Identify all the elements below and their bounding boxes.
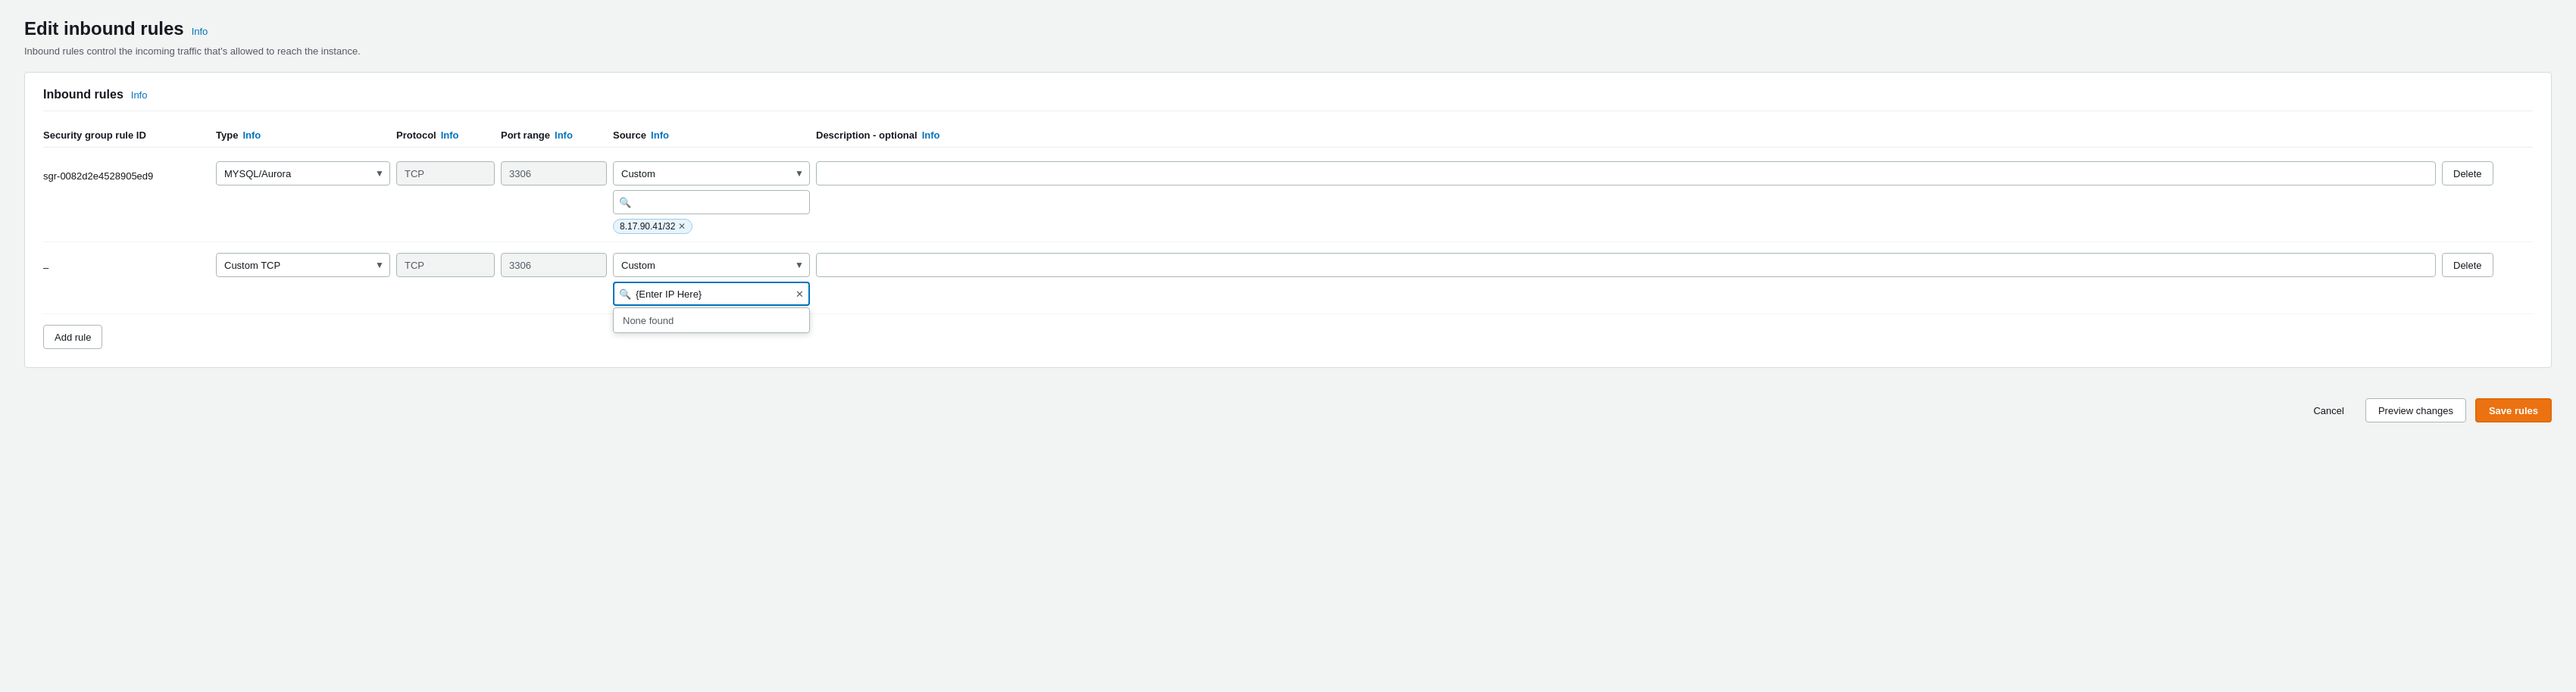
page-title-info-link[interactable]: Info [192,26,208,37]
description-input-1[interactable] [816,161,2436,185]
port-range-cell-1 [501,161,607,185]
port-range-info-link[interactable]: Info [555,129,573,141]
tag-close-icon-1[interactable]: ✕ [678,221,686,232]
save-rules-button[interactable]: Save rules [2475,398,2552,422]
source-select-2[interactable]: Custom Anywhere-IPv4 Anywhere-IPv6 My IP [613,253,810,277]
page-title: Edit inbound rules [24,18,184,39]
type-cell-1: MYSQL/Aurora Custom TCP All traffic HTTP… [216,161,390,185]
page-header: Edit inbound rules Info [24,18,2552,39]
port-range-cell-2 [501,253,607,277]
rule-id-cell-1: sgr-0082d2e4528905ed9 [43,161,210,185]
table-row: sgr-0082d2e4528905ed9 MYSQL/Aurora Custo… [43,151,2533,242]
description-cell-1 [816,161,2436,185]
source-cell-1: Custom Anywhere-IPv4 Anywhere-IPv6 My IP… [613,161,810,234]
search-clear-icon-2[interactable]: ✕ [796,288,804,300]
ip-tag-1: 8.17.90.41/32 ✕ [613,219,692,234]
cancel-button[interactable]: Cancel [2301,398,2356,422]
source-search-input-2[interactable] [613,282,810,306]
col-header-type: Type Info [216,129,390,141]
type-select-wrapper-1: MYSQL/Aurora Custom TCP All traffic HTTP… [216,161,390,185]
footer-actions: Cancel Preview changes Save rules [24,386,2552,422]
page-subtitle: Inbound rules control the incoming traff… [24,45,2552,57]
type-select-2[interactable]: Custom TCP MYSQL/Aurora All traffic HTTP… [216,253,390,277]
none-found-text: None found [623,315,674,326]
rule-id-cell-2: – [43,253,210,277]
table-row: – Custom TCP MYSQL/Aurora All traffic HT… [43,242,2533,314]
preview-changes-button[interactable]: Preview changes [2365,398,2466,422]
table-header-row: Security group rule ID Type Info Protoco… [43,123,2533,148]
col-header-port-range: Port range Info [501,129,607,141]
search-dropdown-2: None found [613,307,810,333]
protocol-input-1 [396,161,495,185]
delete-button-2[interactable]: Delete [2442,253,2493,277]
source-select-wrapper-2: Custom Anywhere-IPv4 Anywhere-IPv6 My IP… [613,253,810,277]
source-search-wrapper-1: 🔍 [613,190,810,214]
card-title: Inbound rules [43,88,123,101]
col-header-protocol: Protocol Info [396,129,495,141]
add-rule-button[interactable]: Add rule [43,325,102,349]
protocol-input-2 [396,253,495,277]
port-range-input-2 [501,253,607,277]
rules-table: Security group rule ID Type Info Protoco… [43,123,2533,314]
source-select-wrapper-1: Custom Anywhere-IPv4 Anywhere-IPv6 My IP… [613,161,810,185]
actions-cell-2: Delete [2442,253,2533,277]
type-select-wrapper-2: Custom TCP MYSQL/Aurora All traffic HTTP… [216,253,390,277]
type-cell-2: Custom TCP MYSQL/Aurora All traffic HTTP… [216,253,390,277]
inbound-rules-card: Inbound rules Info Security group rule I… [24,72,2552,368]
col-header-description: Description - optional Info [816,129,2436,141]
description-cell-2 [816,253,2436,277]
protocol-info-link[interactable]: Info [441,129,459,141]
delete-button-1[interactable]: Delete [2442,161,2493,185]
type-info-link[interactable]: Info [242,129,261,141]
source-search-wrapper-2: 🔍 ✕ None found [613,282,810,306]
source-search-input-1[interactable] [613,190,810,214]
protocol-cell-2 [396,253,495,277]
col-header-rule-id: Security group rule ID [43,129,210,141]
source-select-1[interactable]: Custom Anywhere-IPv4 Anywhere-IPv6 My IP [613,161,810,185]
rule-id-text-2: – [43,262,48,273]
description-input-2[interactable] [816,253,2436,277]
col-header-source: Source Info [613,129,810,141]
source-row1-1: Custom Anywhere-IPv4 Anywhere-IPv6 My IP… [613,161,810,185]
card-header: Inbound rules Info [43,88,2533,111]
port-range-input-1 [501,161,607,185]
ip-tag-container-1: 8.17.90.41/32 ✕ [613,219,692,234]
rule-id-text-1: sgr-0082d2e4528905ed9 [43,170,153,182]
actions-cell-1: Delete [2442,161,2533,185]
description-info-link[interactable]: Info [922,129,940,141]
source-info-link[interactable]: Info [651,129,669,141]
source-cell-2: Custom Anywhere-IPv4 Anywhere-IPv6 My IP… [613,253,810,306]
protocol-cell-1 [396,161,495,185]
type-select-1[interactable]: MYSQL/Aurora Custom TCP All traffic HTTP… [216,161,390,185]
source-row1-2: Custom Anywhere-IPv4 Anywhere-IPv6 My IP… [613,253,810,277]
card-info-link[interactable]: Info [131,89,148,101]
